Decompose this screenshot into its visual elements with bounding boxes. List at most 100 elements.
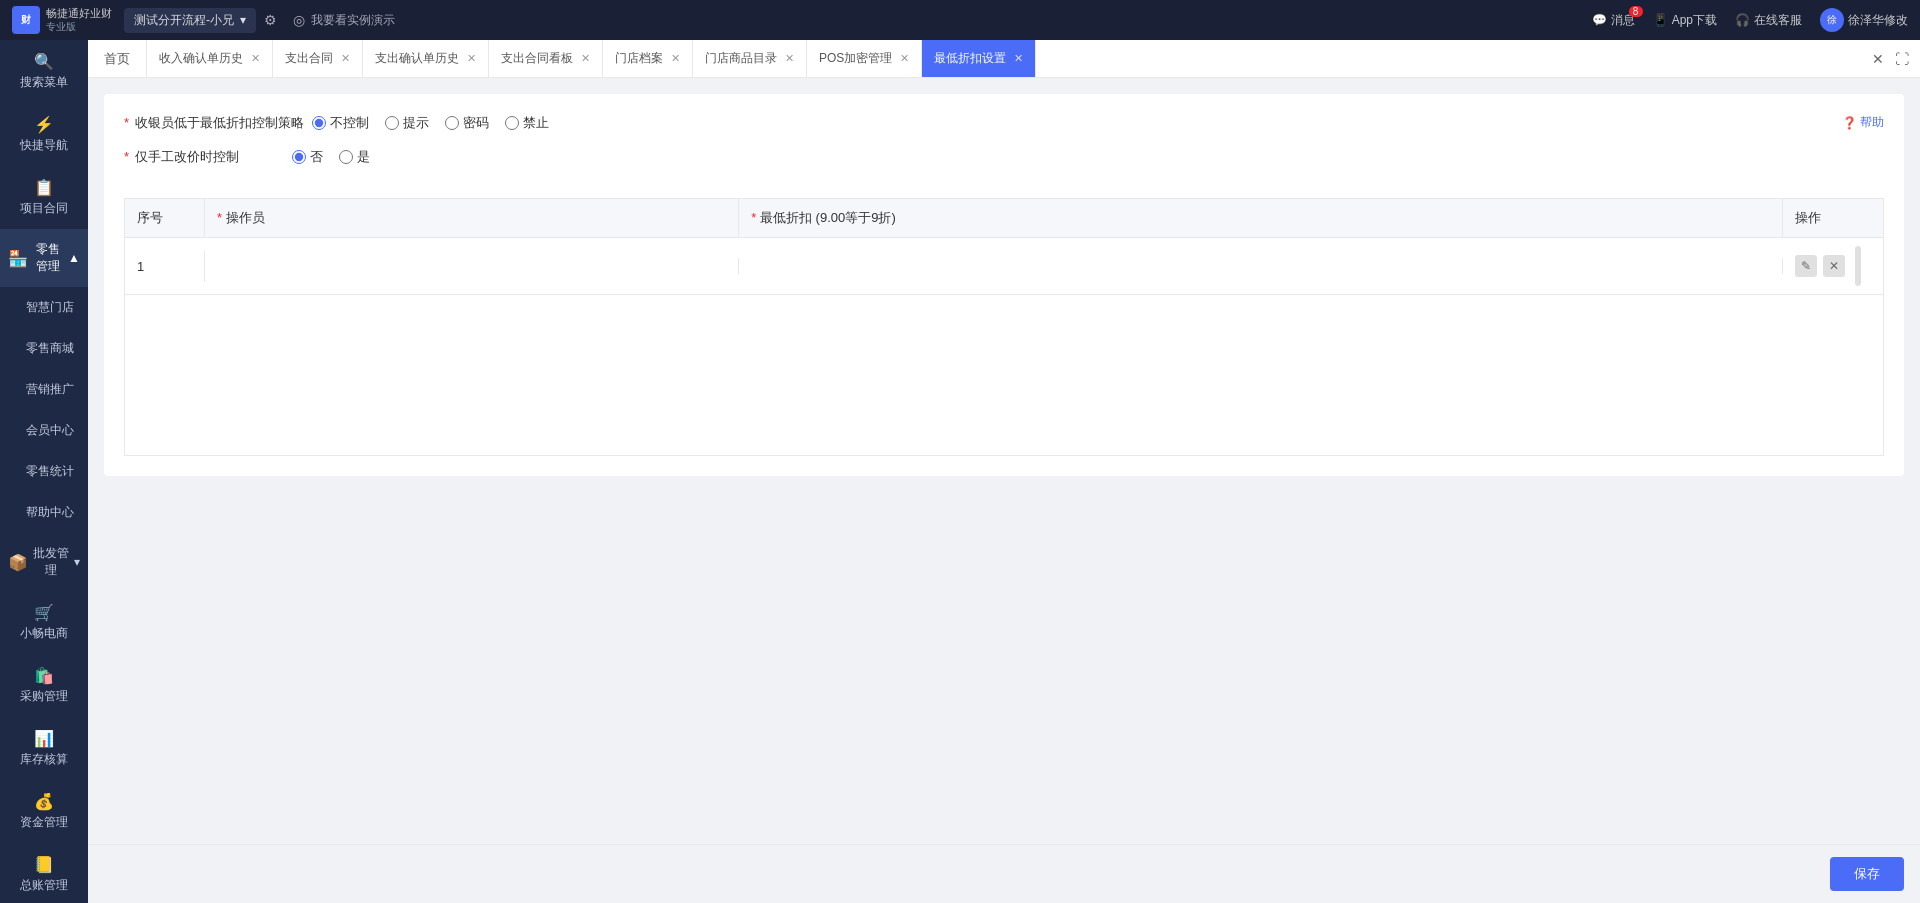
tab-payment-contract[interactable]: 支出合同 ✕ <box>273 40 363 78</box>
download-icon: 📱 <box>1653 13 1668 27</box>
strategy-forbid[interactable]: 禁止 <box>505 114 549 132</box>
demo-link[interactable]: ◎ 我要看实例演示 <box>293 12 395 29</box>
tab-pos-manage[interactable]: POS加密管理 ✕ <box>807 40 922 78</box>
tab-label: 门店商品目录 <box>705 50 777 67</box>
scrollbar-handle[interactable] <box>1855 246 1861 286</box>
sidebar-item-label: 总账管理 <box>20 877 68 894</box>
help-link[interactable]: ❓ 帮助 <box>1842 114 1884 131</box>
sidebar-item-label: 项目合同 <box>20 200 68 217</box>
sidebar-item-help-center[interactable]: 帮助中心 <box>0 492 88 533</box>
cell-action: ✎ ✕ <box>1783 238 1883 294</box>
sidebar-item-label: 零售统计 <box>26 463 74 480</box>
sidebar-item-label: 搜索菜单 <box>20 74 68 91</box>
delete-row-btn[interactable]: ✕ <box>1823 255 1845 277</box>
inventory-icon: 📊 <box>34 729 54 748</box>
sidebar-item-smart-store[interactable]: 智慧门店 <box>0 287 88 328</box>
sidebar-item-marketing[interactable]: 营销推广 <box>0 369 88 410</box>
message-btn[interactable]: 💬 消息 8 <box>1592 12 1635 29</box>
message-icon: 💬 <box>1592 13 1607 27</box>
project-selector[interactable]: 测试分开流程-小兄 ▾ <box>124 8 256 33</box>
chevron-icon: ▲ <box>68 251 80 265</box>
strategy-no-control[interactable]: 不控制 <box>312 114 369 132</box>
col-action: 操作 <box>1783 199 1883 237</box>
col-seq: 序号 <box>125 199 205 237</box>
sidebar-item-label: 零售商城 <box>26 340 74 357</box>
page-content: * 收银员低于最低折扣控制策略 不控制 提示 <box>88 78 1920 844</box>
message-badge: 8 <box>1629 6 1643 17</box>
user-profile-btn[interactable]: 徐 徐泽华修改 <box>1820 8 1908 32</box>
sidebar-item-project[interactable]: 📋 项目合同 <box>0 166 88 229</box>
sidebar-item-inventory[interactable]: 📊 库存核算 <box>0 717 88 780</box>
close-tab-btn[interactable]: ✕ <box>1868 49 1888 69</box>
sidebar-item-label: 智慧门店 <box>26 299 74 316</box>
chevron-down-icon: ▾ <box>240 13 246 27</box>
lightning-icon: ⚡ <box>34 115 54 134</box>
manual-price-row: * 仅手工改价时控制 否 是 <box>124 148 1842 166</box>
save-button[interactable]: 保存 <box>1830 857 1904 891</box>
col-discount: * 最低折扣 (9.00等于9折) <box>739 199 1783 237</box>
tab-income-confirm[interactable]: 收入确认单历史 ✕ <box>147 40 273 78</box>
sidebar-item-purchase[interactable]: 🛍️ 采购管理 <box>0 654 88 717</box>
manual-price-label: * 仅手工改价时控制 <box>124 148 284 166</box>
finance-icon: 💰 <box>34 792 54 811</box>
sidebar-item-label: 库存核算 <box>20 751 68 768</box>
sidebar-item-search[interactable]: 🔍 搜索菜单 <box>0 40 88 103</box>
tab-payment-confirm[interactable]: 支出确认单历史 ✕ <box>363 40 489 78</box>
strategy-prompt[interactable]: 提示 <box>385 114 429 132</box>
sidebar-item-retail-stat[interactable]: 零售统计 <box>0 451 88 492</box>
gear-icon[interactable]: ⚙ <box>264 12 277 28</box>
close-icon[interactable]: ✕ <box>671 52 680 65</box>
strategy-radio-group: 不控制 提示 密码 <box>312 114 549 132</box>
sidebar-item-member[interactable]: 会员中心 <box>0 410 88 451</box>
close-icon[interactable]: ✕ <box>785 52 794 65</box>
sidebar-item-ecommerce[interactable]: 🛒 小畅电商 <box>0 591 88 654</box>
ecommerce-icon: 🛒 <box>34 603 54 622</box>
sidebar-item-retail[interactable]: 🏪 零售管理 ▲ <box>0 229 88 287</box>
close-icon[interactable]: ✕ <box>900 52 909 65</box>
tab-label: 收入确认单历史 <box>159 50 243 67</box>
manual-price-no[interactable]: 否 <box>292 148 323 166</box>
chevron-down-icon: ▾ <box>74 555 80 569</box>
manual-price-yes[interactable]: 是 <box>339 148 370 166</box>
tab-min-discount[interactable]: 最低折扣设置 ✕ <box>922 40 1036 78</box>
close-icon[interactable]: ✕ <box>1014 52 1023 65</box>
cashier-strategy-row: * 收银员低于最低折扣控制策略 不控制 提示 <box>124 114 1842 132</box>
cashier-strategy-label: * 收银员低于最低折扣控制策略 <box>124 114 304 132</box>
discount-table: 序号 * 操作员 * 最低折扣 (9.00等于9折) 操作 1 <box>124 198 1884 456</box>
close-icon[interactable]: ✕ <box>341 52 350 65</box>
topbar-right: 💬 消息 8 📱 App下载 🎧 在线客服 徐 徐泽华修改 <box>1592 8 1908 32</box>
search-icon: 🔍 <box>34 52 54 71</box>
tab-store-profile[interactable]: 门店档案 ✕ <box>603 40 693 78</box>
app-download-btn[interactable]: 📱 App下载 <box>1653 12 1717 29</box>
sidebar-item-finance[interactable]: 💰 资金管理 <box>0 780 88 843</box>
sidebar-item-label: 零售管理 <box>32 241 64 275</box>
tab-home[interactable]: 首页 <box>88 40 147 78</box>
tab-payment-board[interactable]: 支出合同看板 ✕ <box>489 40 603 78</box>
purchase-icon: 🛍️ <box>34 666 54 685</box>
sidebar-item-retail-mall[interactable]: 零售商城 <box>0 328 88 369</box>
wholesale-icon: 📦 <box>8 553 28 572</box>
close-icon[interactable]: ✕ <box>467 52 476 65</box>
expand-tab-btn[interactable]: ⛶ <box>1892 49 1912 69</box>
tab-store-products[interactable]: 门店商品目录 ✕ <box>693 40 807 78</box>
tab-label: 支出确认单历史 <box>375 50 459 67</box>
tab-bar-actions: ✕ ⛶ <box>1868 49 1920 69</box>
bottom-bar: 保存 <box>88 844 1920 903</box>
online-service-btn[interactable]: 🎧 在线客服 <box>1735 12 1802 29</box>
app-logo: 财 畅捷通好业财 专业版 <box>12 6 112 34</box>
edit-row-btn[interactable]: ✎ <box>1795 255 1817 277</box>
sidebar-item-label: 采购管理 <box>20 688 68 705</box>
sidebar-item-label: 营销推广 <box>26 381 74 398</box>
close-icon[interactable]: ✕ <box>251 52 260 65</box>
sidebar: 🔍 搜索菜单 ⚡ 快捷导航 📋 项目合同 🏪 零售管理 ▲ 智慧门店 零售商城 … <box>0 40 88 903</box>
table-empty-area <box>125 295 1883 455</box>
sidebar-item-label: 会员中心 <box>26 422 74 439</box>
close-icon[interactable]: ✕ <box>581 52 590 65</box>
logo-text: 畅捷通好业财 专业版 <box>46 7 112 32</box>
strategy-password[interactable]: 密码 <box>445 114 489 132</box>
sidebar-item-ledger[interactable]: 📒 总账管理 <box>0 843 88 903</box>
tab-label: 最低折扣设置 <box>934 50 1006 67</box>
contract-icon: 📋 <box>34 178 54 197</box>
sidebar-item-quicknav[interactable]: ⚡ 快捷导航 <box>0 103 88 166</box>
sidebar-item-wholesale[interactable]: 📦 批发管理 ▾ <box>0 533 88 591</box>
